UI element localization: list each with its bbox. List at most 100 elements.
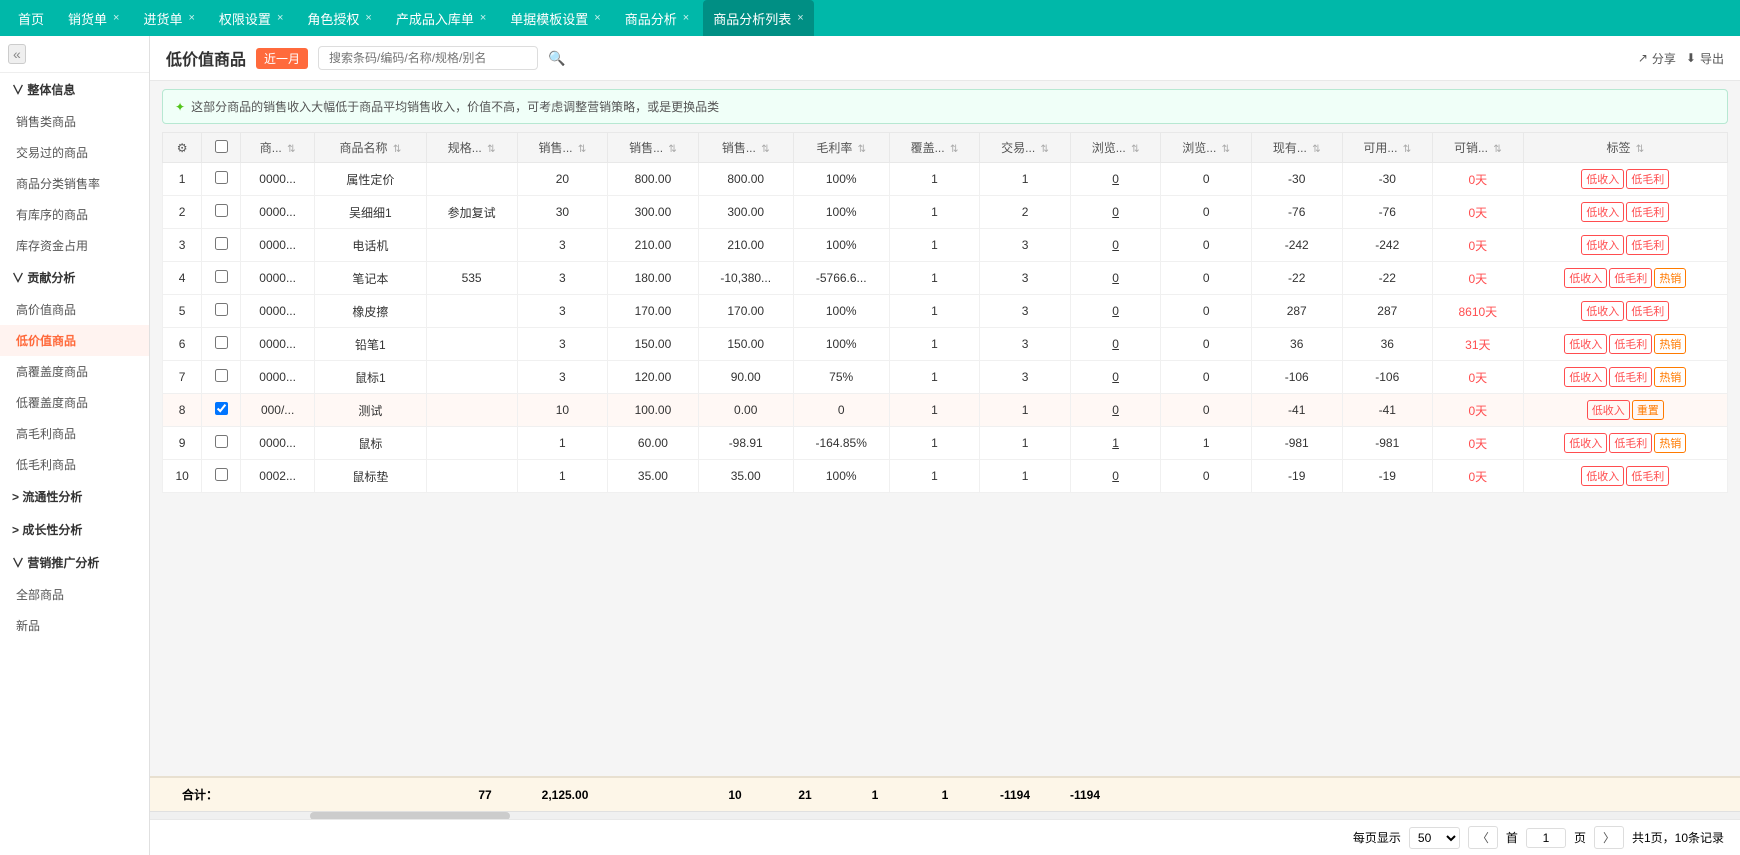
table-row: 20000...吴细细1参加复试30300.00300.00100%1200-7… [163, 196, 1728, 229]
sidebar-item-category-rate[interactable]: 商品分类销售率 [0, 168, 149, 199]
cell-s3: 300.00 [698, 196, 793, 229]
search-input[interactable] [318, 46, 538, 70]
sidebar-group-growth[interactable]: > 成长性分析 [0, 513, 149, 546]
sidebar-group-marketing[interactable]: ∨ 营销推广分析 [0, 546, 149, 579]
cell-view1[interactable]: 0 [1070, 196, 1161, 229]
sidebar-item-traded[interactable]: 交易过的商品 [0, 137, 149, 168]
sidebar-item-new-goods[interactable]: 新品 [0, 610, 149, 641]
th-checkbox[interactable] [202, 133, 241, 163]
nav-inbound[interactable]: 产成品入库单 × [386, 0, 496, 36]
select-all-checkbox[interactable] [215, 140, 228, 153]
close-icon[interactable]: × [365, 12, 371, 24]
cell-checkbox[interactable] [202, 163, 241, 196]
tag-label: 重置 [1632, 400, 1664, 420]
cell-view1[interactable]: 1 [1070, 427, 1161, 460]
footer-total: 合计： 77 2,125.00 10 21 1 1 -1194 -1194 [150, 776, 1740, 811]
next-page-btn[interactable]: 〉 [1594, 826, 1624, 849]
export-button[interactable]: ⬇ 导出 [1686, 50, 1724, 67]
sidebar-group-contribution[interactable]: ∨ 贡献分析 [0, 261, 149, 294]
cell-view1[interactable]: 0 [1070, 394, 1161, 427]
per-page-select[interactable]: 50 100 200 [1409, 827, 1460, 849]
period-tag[interactable]: 近一月 [256, 48, 308, 69]
sidebar-item-low-coverage[interactable]: 低覆盖度商品 [0, 387, 149, 418]
sidebar-collapse-btn[interactable]: « [8, 44, 26, 64]
cell-checkbox[interactable] [202, 229, 241, 262]
footer-view2: 1 [910, 788, 980, 802]
cell-days: 0天 [1433, 262, 1524, 295]
cell-checkbox[interactable] [202, 295, 241, 328]
cell-trade: 1 [980, 394, 1071, 427]
sidebar-item-low-value[interactable]: 低价值商品 [0, 325, 149, 356]
row-checkbox[interactable] [215, 435, 228, 448]
th-gear[interactable]: ⚙ [163, 133, 202, 163]
close-icon[interactable]: × [594, 12, 600, 24]
settings-icon[interactable]: ⚙ [177, 141, 188, 155]
cell-tags: 低收入低毛利 [1523, 196, 1727, 229]
close-icon[interactable]: × [113, 12, 119, 24]
nav-goods-analysis[interactable]: 商品分析 × [615, 0, 699, 36]
sidebar-group-overall[interactable]: ∨ 整体信息 [0, 73, 149, 106]
row-checkbox[interactable] [215, 303, 228, 316]
cell-view1[interactable]: 0 [1070, 295, 1161, 328]
row-checkbox[interactable] [215, 171, 228, 184]
cell-gross: 100% [793, 196, 889, 229]
cell-checkbox[interactable] [202, 394, 241, 427]
first-page-btn[interactable]: 〈 [1468, 826, 1498, 849]
nav-purchase[interactable]: 进货单 × [133, 0, 204, 36]
cell-checkbox[interactable] [202, 262, 241, 295]
cell-checkbox[interactable] [202, 427, 241, 460]
cell-view1[interactable]: 0 [1070, 328, 1161, 361]
cell-num: 7 [163, 361, 202, 394]
scroll-bar[interactable] [150, 811, 1740, 819]
nav-sales[interactable]: 销货单 × [58, 0, 129, 36]
sidebar-item-all-goods[interactable]: 全部商品 [0, 579, 149, 610]
cell-checkbox[interactable] [202, 196, 241, 229]
row-checkbox[interactable] [215, 270, 228, 283]
cell-view1[interactable]: 0 [1070, 163, 1161, 196]
sidebar-item-low-margin[interactable]: 低毛利商品 [0, 449, 149, 480]
sidebar-item-stocked[interactable]: 有库序的商品 [0, 199, 149, 230]
cell-s2: 210.00 [608, 229, 699, 262]
cell-view1[interactable]: 0 [1070, 460, 1161, 493]
cell-view1[interactable]: 0 [1070, 361, 1161, 394]
row-checkbox[interactable] [215, 402, 228, 415]
cell-stock1: 287 [1251, 295, 1342, 328]
sidebar-item-high-value[interactable]: 高价值商品 [0, 294, 149, 325]
cell-checkbox[interactable] [202, 328, 241, 361]
sidebar-item-high-margin[interactable]: 高毛利商品 [0, 418, 149, 449]
row-checkbox[interactable] [215, 468, 228, 481]
cell-days: 31天 [1433, 328, 1524, 361]
cell-gross: 75% [793, 361, 889, 394]
cell-view1[interactable]: 0 [1070, 229, 1161, 262]
close-icon[interactable]: × [480, 12, 486, 24]
nav-template[interactable]: 单据模板设置 × [500, 0, 610, 36]
data-table: ⚙ 商... ⇅ 商品名称 ⇅ 规格... ⇅ 销售... ⇅ 销售... ⇅ … [162, 132, 1728, 493]
search-icon[interactable]: 🔍 [548, 50, 565, 67]
row-checkbox[interactable] [215, 237, 228, 250]
sidebar-group-circulation[interactable]: > 流通性分析 [0, 480, 149, 513]
nav-goods-list[interactable]: 商品分析列表 × [703, 0, 813, 36]
page-input[interactable] [1526, 828, 1566, 848]
cell-view1[interactable]: 0 [1070, 262, 1161, 295]
nav-home[interactable]: 首页 [8, 0, 54, 36]
tag-label: 低毛利 [1609, 268, 1652, 288]
tag-label: 低毛利 [1626, 202, 1669, 222]
cell-code: 0000... [241, 163, 315, 196]
nav-permissions[interactable]: 权限设置 × [209, 0, 293, 36]
close-icon[interactable]: × [797, 12, 803, 24]
sidebar-item-inventory-capital[interactable]: 库存资金占用 [0, 230, 149, 261]
row-checkbox[interactable] [215, 336, 228, 349]
close-icon[interactable]: × [277, 12, 283, 24]
row-checkbox[interactable] [215, 204, 228, 217]
close-icon[interactable]: × [683, 12, 689, 24]
tag-label: 低毛利 [1609, 334, 1652, 354]
sidebar-item-high-coverage[interactable]: 高覆盖度商品 [0, 356, 149, 387]
row-checkbox[interactable] [215, 369, 228, 382]
close-icon[interactable]: × [188, 12, 194, 24]
cell-checkbox[interactable] [202, 361, 241, 394]
nav-roles[interactable]: 角色授权 × [297, 0, 381, 36]
cell-checkbox[interactable] [202, 460, 241, 493]
sidebar-item-sales-goods[interactable]: 销售类商品 [0, 106, 149, 137]
share-button[interactable]: ↗ 分享 [1638, 50, 1676, 67]
cell-view2: 0 [1161, 229, 1252, 262]
